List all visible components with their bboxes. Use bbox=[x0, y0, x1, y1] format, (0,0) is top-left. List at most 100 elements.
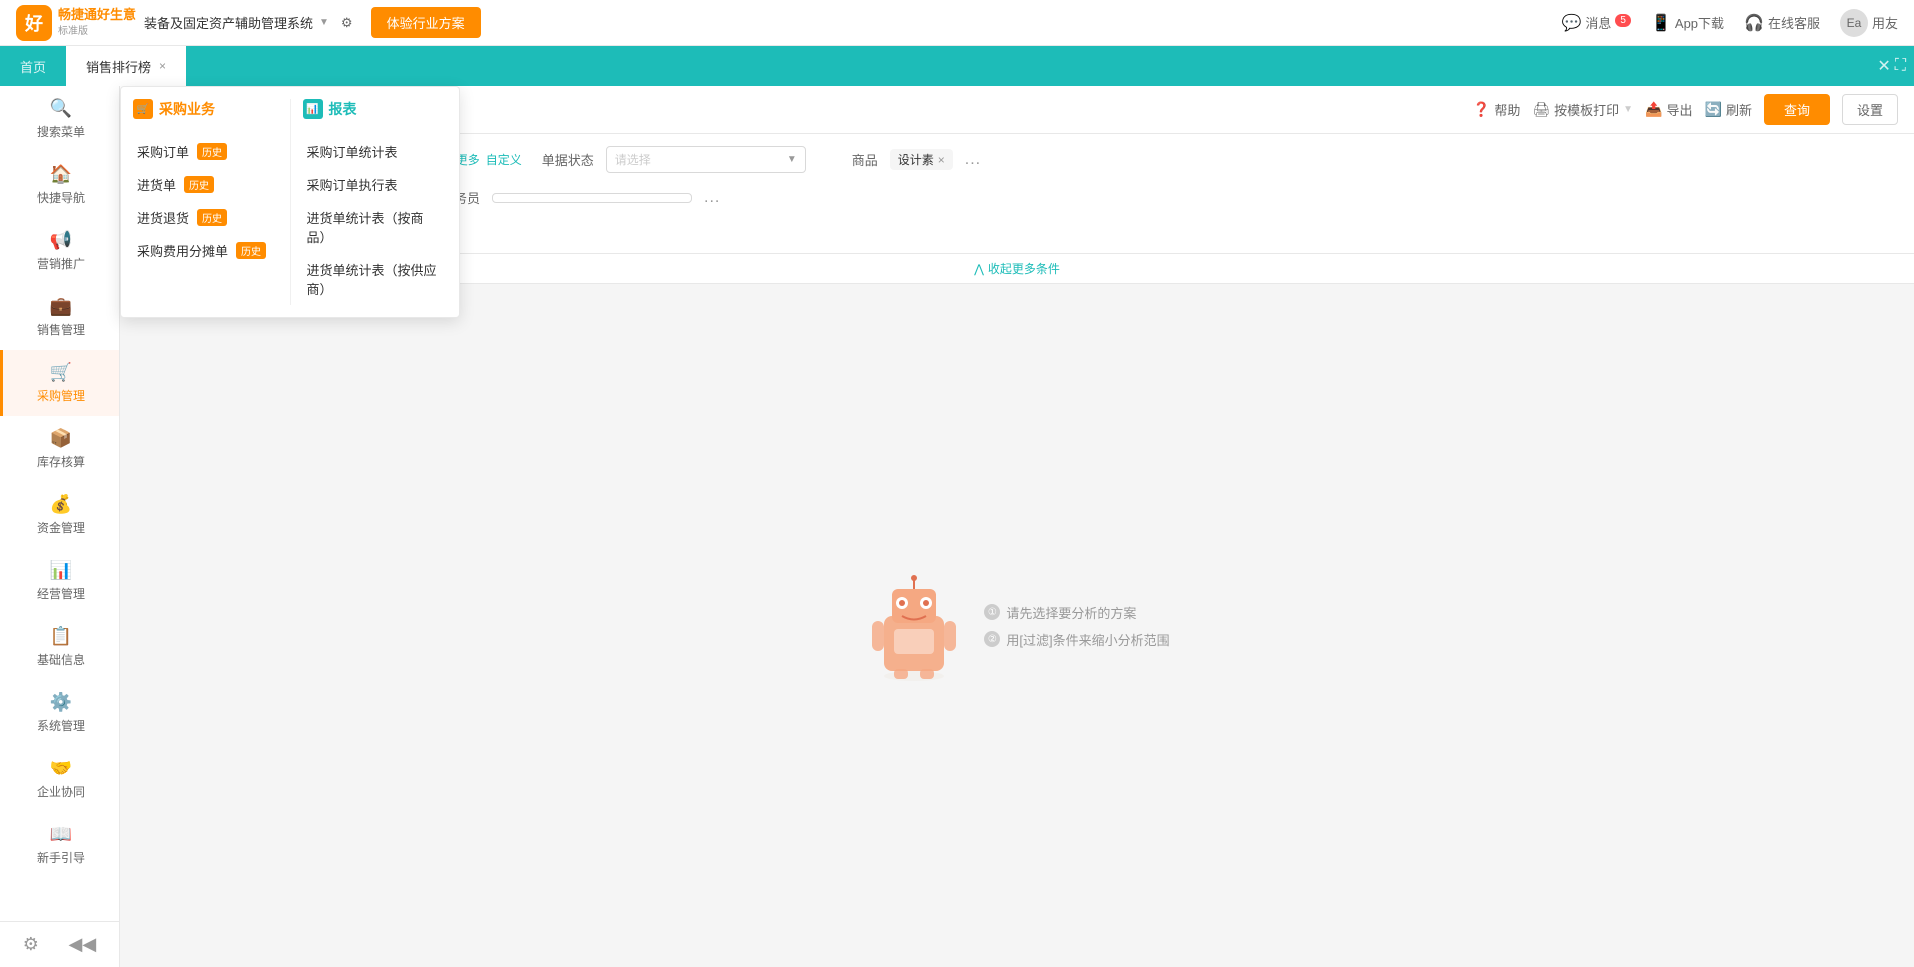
sidebar-label-purchase: 采购管理 bbox=[37, 387, 85, 404]
menu-item-receipt-stats-supplier[interactable]: 进货单统计表（按供应商） bbox=[303, 253, 448, 305]
sidebar-label-capital: 资金管理 bbox=[37, 519, 85, 536]
sidebar-label-operation: 经营管理 bbox=[37, 585, 85, 602]
help-icon: ❓ bbox=[1473, 101, 1490, 118]
receipt-stats-goods-label: 进货单统计表（按商品） bbox=[307, 208, 444, 246]
tab-home[interactable]: 首页 bbox=[0, 46, 66, 86]
tab-controls: ✕ ⛶ bbox=[1877, 56, 1914, 76]
messages-item[interactable]: 💬 消息 5 bbox=[1561, 13, 1631, 33]
avatar: Ea bbox=[1840, 9, 1868, 37]
voucher-status-select[interactable]: 请选择 ▼ bbox=[606, 146, 806, 173]
marketing-icon: 📢 bbox=[50, 230, 72, 251]
refresh-icon: 🔄 bbox=[1705, 101, 1722, 118]
reports-col-title: 报表 bbox=[329, 99, 357, 119]
print-label: 按模板打印 bbox=[1554, 100, 1619, 119]
purchase-expense-label: 采购费用分摊单 bbox=[137, 241, 228, 260]
menu-item-purchase-order[interactable]: 采购订单 历史 bbox=[133, 135, 278, 168]
top-header: 好 畅捷通好生意 标准版 装备及固定资产辅助管理系统 ▼ ⚙ 体验行业方案 💬 … bbox=[0, 0, 1914, 46]
online-service-item[interactable]: 🎧 在线客服 bbox=[1744, 13, 1820, 33]
print-dropdown-icon[interactable]: ▼ bbox=[1623, 104, 1633, 115]
sidebar-item-purchase[interactable]: 🛒 采购管理 bbox=[0, 350, 119, 416]
empty-hints: ① 请先选择要分析的方案 ② 用[过滤]条件来缩小分析范围 bbox=[984, 603, 1169, 649]
query-button[interactable]: 查询 bbox=[1764, 94, 1830, 125]
help-btn[interactable]: ❓ 帮助 bbox=[1473, 100, 1520, 119]
sidebar-collapse-icon[interactable]: ◀◀ bbox=[69, 934, 97, 955]
print-icon: 🖨 bbox=[1532, 101, 1550, 118]
order-exec-label: 采购订单执行表 bbox=[307, 175, 398, 194]
edition-label: 标准版 bbox=[58, 25, 136, 39]
sidebar-item-enterprise[interactable]: 🤝 企业协同 bbox=[0, 746, 119, 812]
voucher-status-label: 单据状态 bbox=[534, 150, 594, 169]
export-icon: 📤 bbox=[1645, 101, 1662, 118]
tab-maximize-icon[interactable]: ⛶ bbox=[1895, 57, 1906, 75]
newbie-icon: 📖 bbox=[50, 824, 72, 845]
sidebar-item-capital[interactable]: 💰 资金管理 bbox=[0, 482, 119, 548]
capital-icon: 💰 bbox=[50, 494, 72, 515]
user-label: 用友 bbox=[1872, 13, 1898, 32]
tab-close-icon[interactable]: × bbox=[159, 59, 166, 73]
inventory-icon: 📦 bbox=[50, 428, 72, 449]
sidebar-item-quicknav[interactable]: 🏠 快捷导航 bbox=[0, 152, 119, 218]
sales-icon: 💼 bbox=[50, 296, 72, 317]
user-item[interactable]: Ea 用友 bbox=[1840, 9, 1898, 37]
app-download-item[interactable]: 📱 App下载 bbox=[1651, 13, 1724, 33]
tab-close-window-icon[interactable]: ✕ bbox=[1877, 56, 1890, 76]
dropdown-columns: 🛒 采购业务 采购订单 历史 进货单 历史 进货退货 历史 采购费用分摊单 历史 bbox=[121, 99, 459, 305]
purchase-col-title: 采购业务 bbox=[159, 99, 215, 119]
online-service-label: 在线客服 bbox=[1768, 13, 1820, 32]
system-icon: ⚙️ bbox=[50, 692, 72, 713]
tab-bar: 首页 销售排行榜 × ✕ ⛶ bbox=[0, 46, 1914, 86]
basic-icon: 📋 bbox=[50, 626, 72, 647]
dropdown-arrow-icon[interactable]: ▼ bbox=[319, 17, 329, 28]
messages-badge: 5 bbox=[1615, 14, 1631, 27]
purchase-dropdown-menu: 🛒 采购业务 采购订单 历史 进货单 历史 进货退货 历史 采购费用分摊单 历史 bbox=[120, 86, 460, 318]
sidebar-item-basic[interactable]: 📋 基础信息 bbox=[0, 614, 119, 680]
empty-illustration bbox=[864, 571, 964, 681]
sidebar-item-inventory[interactable]: 📦 库存核算 bbox=[0, 416, 119, 482]
refresh-btn[interactable]: 🔄 刷新 bbox=[1705, 100, 1752, 119]
sidebar-item-operation[interactable]: 📊 经营管理 bbox=[0, 548, 119, 614]
sidebar-settings-icon[interactable]: ⚙ bbox=[23, 934, 39, 955]
header-right: 💬 消息 5 📱 App下载 🎧 在线客服 Ea 用友 bbox=[1561, 9, 1898, 37]
menu-item-purchase-receipt[interactable]: 进货单 历史 bbox=[133, 168, 278, 201]
menu-item-order-stats[interactable]: 采购订单统计表 bbox=[303, 135, 448, 168]
menu-item-purchase-return[interactable]: 进货退货 历史 bbox=[133, 201, 278, 234]
salesperson-more-btn[interactable]: ... bbox=[704, 189, 720, 207]
refresh-label: 刷新 bbox=[1726, 100, 1752, 119]
menu-item-order-exec[interactable]: 采购订单执行表 bbox=[303, 168, 448, 201]
hint-num-1: ① bbox=[984, 604, 1000, 620]
industry-btn[interactable]: 体验行业方案 bbox=[371, 7, 481, 38]
export-btn[interactable]: 📤 导出 bbox=[1645, 100, 1692, 119]
sidebar-item-system[interactable]: ⚙️ 系统管理 bbox=[0, 680, 119, 746]
sys-settings-icon[interactable]: ⚙ bbox=[341, 15, 353, 31]
salesperson-select[interactable] bbox=[492, 193, 692, 203]
hint-text-2: 用[过滤]条件来缩小分析范围 bbox=[1006, 630, 1169, 649]
sidebar-label-newbie: 新手引导 bbox=[37, 849, 85, 866]
purchase-icon: 🛒 bbox=[50, 362, 72, 383]
purchase-receipt-hist-badge: 历史 bbox=[184, 176, 214, 193]
sidebar-item-newbie[interactable]: 📖 新手引导 bbox=[0, 812, 119, 878]
menu-item-purchase-expense[interactable]: 采购费用分摊单 历史 bbox=[133, 234, 278, 267]
sidebar-label-basic: 基础信息 bbox=[37, 651, 85, 668]
goods-tag-text: 设计素 bbox=[898, 151, 934, 168]
export-label: 导出 bbox=[1667, 100, 1693, 119]
quick-custom[interactable]: 自定义 bbox=[486, 151, 522, 168]
sidebar-item-sales[interactable]: 💼 销售管理 bbox=[0, 284, 119, 350]
message-icon: 💬 bbox=[1561, 13, 1581, 33]
purchase-order-label: 采购订单 bbox=[137, 142, 189, 161]
goods-tag: 设计素 × bbox=[890, 149, 953, 170]
print-btn[interactable]: 🖨 按模板打印 ▼ bbox=[1532, 100, 1633, 119]
operation-icon: 📊 bbox=[50, 560, 72, 581]
brand-name: 畅捷通好生意 bbox=[58, 6, 136, 24]
settings-button[interactable]: 设置 bbox=[1842, 94, 1898, 125]
goods-tag-close-icon[interactable]: × bbox=[938, 153, 945, 167]
menu-item-receipt-stats-goods[interactable]: 进货单统计表（按商品） bbox=[303, 201, 448, 253]
purchase-col-header: 🛒 采购业务 bbox=[133, 99, 278, 125]
sidebar-item-search[interactable]: 🔍 搜索菜单 bbox=[0, 86, 119, 152]
purchase-return-label: 进货退货 bbox=[137, 208, 189, 227]
sidebar-item-marketing[interactable]: 📢 营销推广 bbox=[0, 218, 119, 284]
sidebar-label-marketing: 营销推广 bbox=[37, 255, 85, 272]
voucher-status-value: 请选择 bbox=[615, 151, 651, 168]
tab-sales-ranking[interactable]: 销售排行榜 × bbox=[66, 46, 186, 86]
goods-label: 商品 bbox=[818, 150, 878, 169]
goods-more-btn[interactable]: ... bbox=[965, 151, 981, 169]
